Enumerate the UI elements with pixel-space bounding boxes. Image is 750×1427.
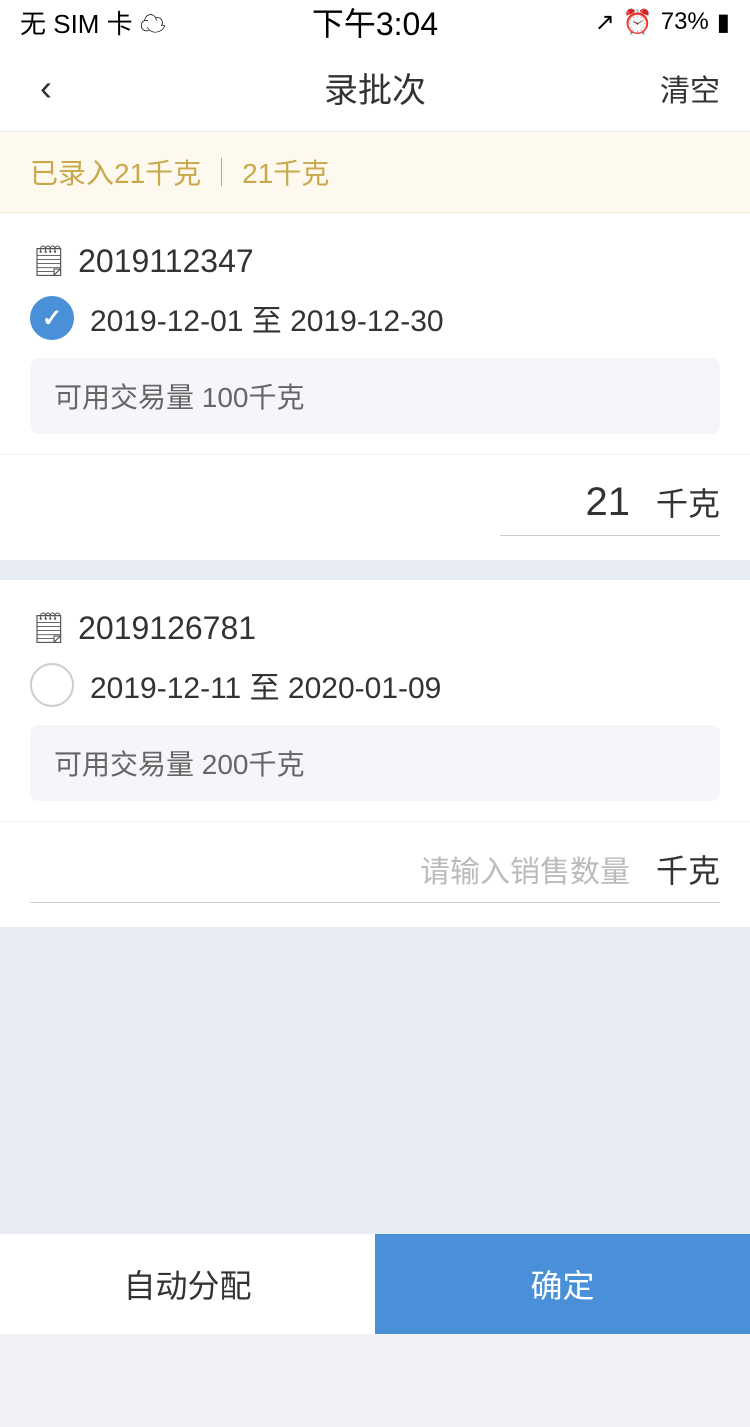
location-icon: ↗ [595, 8, 615, 37]
batch-2-date-row: 2019-12-11 至 2020-01-09 [30, 663, 720, 707]
batch-1-date: 2019-12-01 至 2019-12-30 [90, 296, 444, 340]
clear-button[interactable]: 清空 [660, 66, 720, 110]
status-bar: 无 SIM 卡 ☁ 下午3:04 ↗ ⏰ 73% ▮ [0, 0, 750, 44]
status-left: 无 SIM 卡 ☁ [20, 4, 166, 41]
batch-1-header: 🗒 2019112347 [30, 243, 720, 280]
back-button[interactable]: ‹ [30, 57, 62, 119]
batch-2-input-container: 请输入销售数量 千克 [30, 846, 720, 903]
info-banner: 已录入21千克 21千克 [0, 132, 750, 213]
content-area: 已录入21千克 21千克 🗒 2019112347 2019-12-01 至 2… [0, 132, 750, 1427]
quantity-underline [500, 535, 720, 536]
status-right: ↗ ⏰ 73% ▮ [595, 8, 730, 37]
status-time: 下午3:04 [312, 0, 438, 45]
batch-1-number: 2019112347 [78, 243, 254, 280]
batch-1-radio[interactable] [30, 296, 74, 340]
batch-2-available: 可用交易量 200千克 [30, 725, 720, 801]
batch-2-radio[interactable] [30, 663, 74, 707]
sim-label: 无 SIM 卡 ☁ [20, 4, 166, 41]
batch-1-date-row: 2019-12-01 至 2019-12-30 [30, 296, 720, 340]
batch-2-input-placeholder[interactable]: 请输入销售数量 [30, 847, 630, 891]
batch-2-header: 🗒 2019126781 [30, 610, 720, 647]
input-underline [30, 902, 720, 903]
batch-2-number: 2019126781 [78, 610, 256, 647]
batch-2-input-unit: 千克 [656, 846, 720, 892]
batch-1-icon: 🗒 [30, 244, 68, 279]
section-divider [0, 560, 750, 580]
batch-2-icon: 🗒 [30, 611, 68, 646]
recorded-label: 已录入21千克 [30, 152, 201, 192]
bottom-bar: 自动分配 确定 [0, 1234, 750, 1334]
nav-bar: ‹ 录批次 清空 [0, 44, 750, 132]
batch-1-quantity-display: 21 千克 [585, 479, 720, 525]
auto-distribute-button[interactable]: 自动分配 [0, 1234, 375, 1334]
batch-1-quantity-unit: 千克 [656, 479, 720, 525]
batch-1-quantity-value: 21 [585, 480, 630, 525]
recorded-value: 21千克 [242, 152, 329, 192]
battery-percent: 73% [661, 8, 709, 36]
batch-1-card: 🗒 2019112347 2019-12-01 至 2019-12-30 可用交… [0, 213, 750, 454]
battery-icon: ▮ [717, 8, 730, 37]
page-title: 录批次 [324, 63, 426, 112]
batch-1-quantity-container: 21 千克 [500, 479, 720, 536]
batch-1-quantity-row: 21 千克 [0, 454, 750, 560]
confirm-button[interactable]: 确定 [375, 1234, 750, 1334]
banner-divider [221, 158, 222, 186]
batch-1-available: 可用交易量 100千克 [30, 358, 720, 434]
alarm-icon: ⏰ [623, 8, 653, 37]
batch-2-input-display: 请输入销售数量 千克 [30, 846, 720, 892]
batch-2-date: 2019-12-11 至 2020-01-09 [90, 663, 441, 707]
batch-2-card: 🗒 2019126781 2019-12-11 至 2020-01-09 可用交… [0, 580, 750, 821]
batch-2-input-row: 请输入销售数量 千克 [0, 821, 750, 927]
